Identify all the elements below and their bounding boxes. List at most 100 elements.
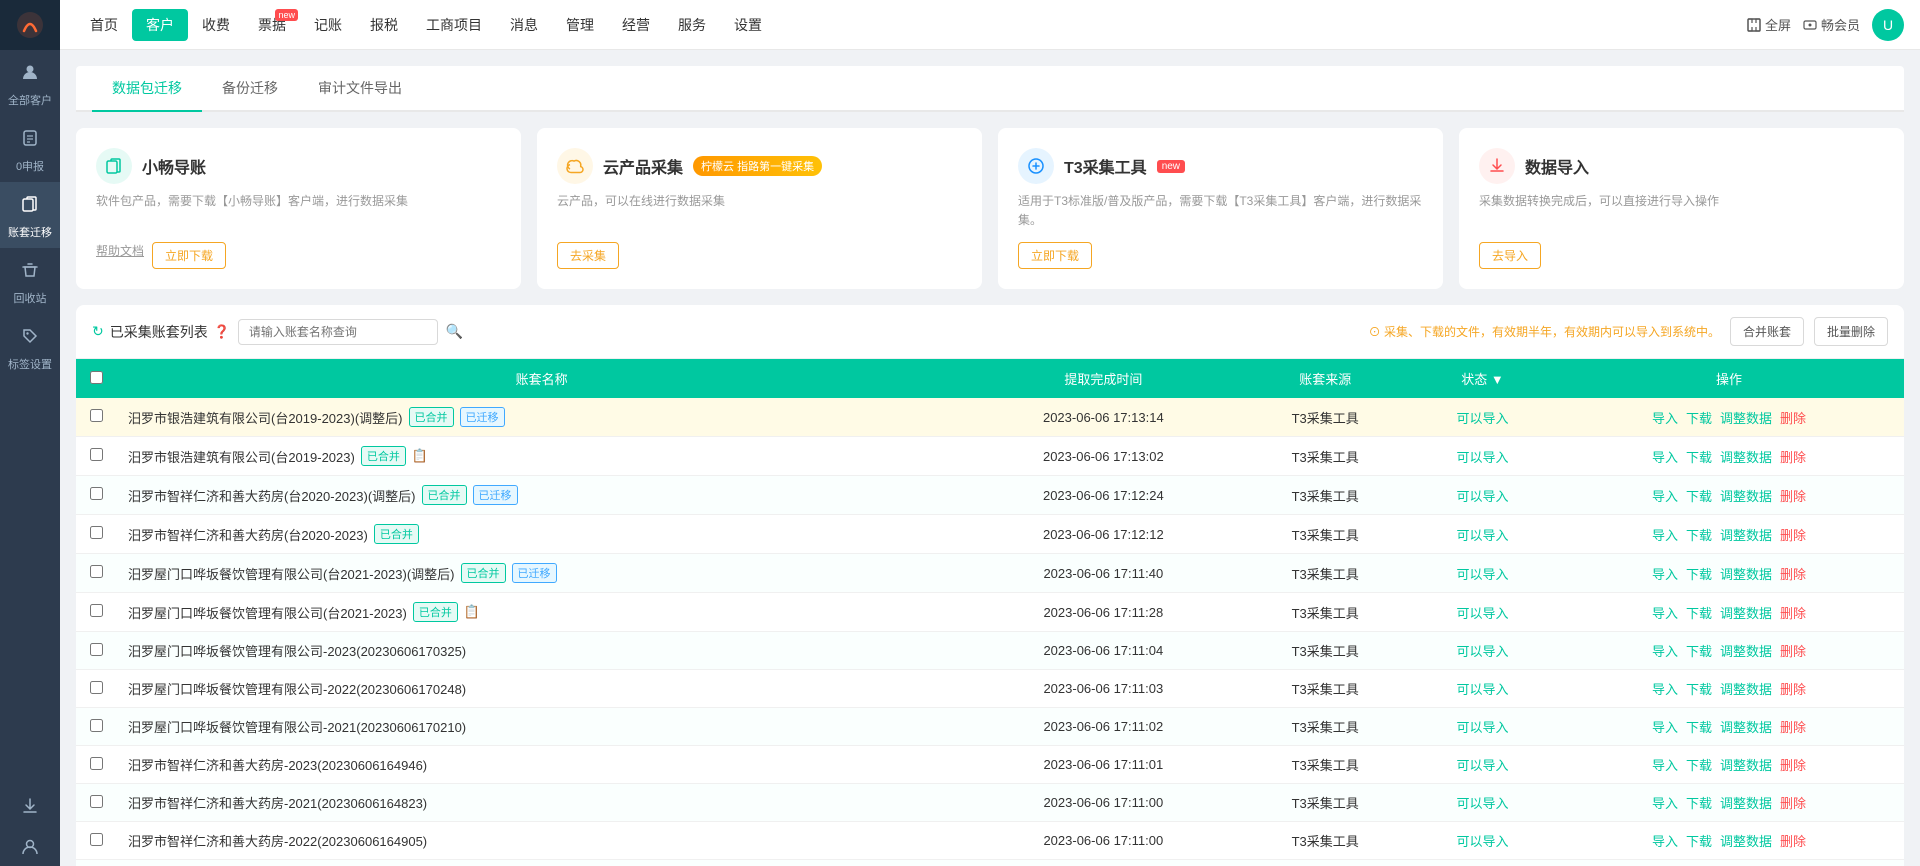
sidebar-item-account-migration[interactable]: 账套迁移	[0, 182, 60, 248]
nav-tax[interactable]: 报税	[356, 9, 412, 41]
nav-settings[interactable]: 设置	[720, 9, 776, 41]
action-下载[interactable]: 下载	[1682, 528, 1716, 543]
search-button[interactable]: 🔍	[446, 323, 463, 340]
action-导入[interactable]: 导入	[1648, 834, 1682, 849]
t3-download-btn[interactable]: 立即下载	[1018, 242, 1092, 269]
action-下载[interactable]: 下载	[1682, 682, 1716, 697]
action-导入[interactable]: 导入	[1648, 606, 1682, 621]
action-下载[interactable]: 下载	[1682, 450, 1716, 465]
help-icon[interactable]: ❓	[214, 324, 230, 340]
action-下载[interactable]: 下载	[1682, 720, 1716, 735]
row-checkbox[interactable]	[90, 565, 103, 578]
row-checkbox[interactable]	[90, 681, 103, 694]
action-删除[interactable]: 删除	[1776, 606, 1810, 621]
sidebar-user-btn[interactable]	[0, 826, 60, 866]
action-下载[interactable]: 下载	[1682, 758, 1716, 773]
tab-data-migration[interactable]: 数据包迁移	[92, 66, 202, 112]
app-logo	[0, 0, 60, 50]
nav-business[interactable]: 工商项目	[412, 9, 496, 41]
action-调整数据[interactable]: 调整数据	[1716, 528, 1776, 543]
nav-home[interactable]: 首页	[76, 9, 132, 41]
sidebar-item-recycle[interactable]: 回收站	[0, 248, 60, 314]
action-调整数据[interactable]: 调整数据	[1716, 567, 1776, 582]
action-下载[interactable]: 下载	[1682, 489, 1716, 504]
row-checkbox[interactable]	[90, 604, 103, 617]
row-checkbox[interactable]	[90, 487, 103, 500]
action-删除[interactable]: 删除	[1776, 720, 1810, 735]
action-下载[interactable]: 下载	[1682, 567, 1716, 582]
action-删除[interactable]: 删除	[1776, 834, 1810, 849]
action-下载[interactable]: 下载	[1682, 606, 1716, 621]
action-删除[interactable]: 删除	[1776, 682, 1810, 697]
action-导入[interactable]: 导入	[1648, 796, 1682, 811]
sidebar-item-all-clients[interactable]: 全部客户	[0, 50, 60, 116]
action-下载[interactable]: 下载	[1682, 796, 1716, 811]
action-删除[interactable]: 删除	[1776, 796, 1810, 811]
action-调整数据[interactable]: 调整数据	[1716, 834, 1776, 849]
fullscreen-btn[interactable]: 全屏	[1747, 15, 1791, 34]
action-导入[interactable]: 导入	[1648, 411, 1682, 426]
sidebar-download-btn[interactable]	[0, 786, 60, 826]
row-status: 可以导入	[1411, 632, 1554, 670]
cloud-collect-btn[interactable]: 去采集	[557, 242, 619, 269]
nav-clients[interactable]: 客户	[132, 9, 188, 41]
action-删除[interactable]: 删除	[1776, 644, 1810, 659]
nav-management[interactable]: 管理	[552, 9, 608, 41]
row-checkbox[interactable]	[90, 526, 103, 539]
action-导入[interactable]: 导入	[1648, 758, 1682, 773]
action-下载[interactable]: 下载	[1682, 411, 1716, 426]
nav-bookkeeping[interactable]: 记账	[300, 9, 356, 41]
sidebar-item-tag-settings[interactable]: 标签设置	[0, 314, 60, 380]
action-调整数据[interactable]: 调整数据	[1716, 644, 1776, 659]
tab-audit-export[interactable]: 审计文件导出	[298, 66, 422, 112]
batch-delete-btn[interactable]: 批量删除	[1814, 317, 1888, 346]
row-checkbox[interactable]	[90, 833, 103, 846]
tab-backup-migration[interactable]: 备份迁移	[202, 66, 298, 112]
search-input[interactable]	[238, 319, 438, 345]
action-删除[interactable]: 删除	[1776, 450, 1810, 465]
action-导入[interactable]: 导入	[1648, 720, 1682, 735]
nav-messages[interactable]: 消息	[496, 9, 552, 41]
import-go-btn[interactable]: 去导入	[1479, 242, 1541, 269]
row-checkbox[interactable]	[90, 643, 103, 656]
action-调整数据[interactable]: 调整数据	[1716, 489, 1776, 504]
action-删除[interactable]: 删除	[1776, 528, 1810, 543]
vip-btn[interactable]: 畅会员	[1803, 15, 1860, 34]
action-导入[interactable]: 导入	[1648, 528, 1682, 543]
xiaochang-download-btn[interactable]: 立即下载	[152, 242, 226, 269]
action-调整数据[interactable]: 调整数据	[1716, 450, 1776, 465]
nav-fees[interactable]: 收费	[188, 9, 244, 41]
sidebar-item-zero-report[interactable]: 0申报	[0, 116, 60, 182]
action-下载[interactable]: 下载	[1682, 834, 1716, 849]
action-下载[interactable]: 下载	[1682, 644, 1716, 659]
nav-operations[interactable]: 经营	[608, 9, 664, 41]
action-调整数据[interactable]: 调整数据	[1716, 720, 1776, 735]
action-删除[interactable]: 删除	[1776, 411, 1810, 426]
nav-bills[interactable]: 票据 new	[244, 9, 300, 41]
merge-accounts-btn[interactable]: 合并账套	[1730, 317, 1804, 346]
row-checkbox[interactable]	[90, 757, 103, 770]
row-checkbox[interactable]	[90, 719, 103, 732]
row-checkbox[interactable]	[90, 409, 103, 422]
action-删除[interactable]: 删除	[1776, 489, 1810, 504]
nav-services[interactable]: 服务	[664, 9, 720, 41]
action-调整数据[interactable]: 调整数据	[1716, 606, 1776, 621]
action-删除[interactable]: 删除	[1776, 567, 1810, 582]
action-导入[interactable]: 导入	[1648, 567, 1682, 582]
col-status[interactable]: 状态 ▼	[1411, 359, 1554, 398]
xiaochang-help-link[interactable]: 帮助文档	[96, 242, 144, 269]
action-导入[interactable]: 导入	[1648, 682, 1682, 697]
action-导入[interactable]: 导入	[1648, 489, 1682, 504]
user-avatar[interactable]: U	[1872, 9, 1904, 41]
action-导入[interactable]: 导入	[1648, 450, 1682, 465]
action-调整数据[interactable]: 调整数据	[1716, 682, 1776, 697]
row-checkbox[interactable]	[90, 795, 103, 808]
action-调整数据[interactable]: 调整数据	[1716, 796, 1776, 811]
reload-icon[interactable]: ↻	[92, 323, 104, 340]
action-调整数据[interactable]: 调整数据	[1716, 758, 1776, 773]
row-checkbox[interactable]	[90, 448, 103, 461]
action-导入[interactable]: 导入	[1648, 644, 1682, 659]
action-调整数据[interactable]: 调整数据	[1716, 411, 1776, 426]
select-all-checkbox[interactable]	[90, 371, 103, 384]
action-删除[interactable]: 删除	[1776, 758, 1810, 773]
